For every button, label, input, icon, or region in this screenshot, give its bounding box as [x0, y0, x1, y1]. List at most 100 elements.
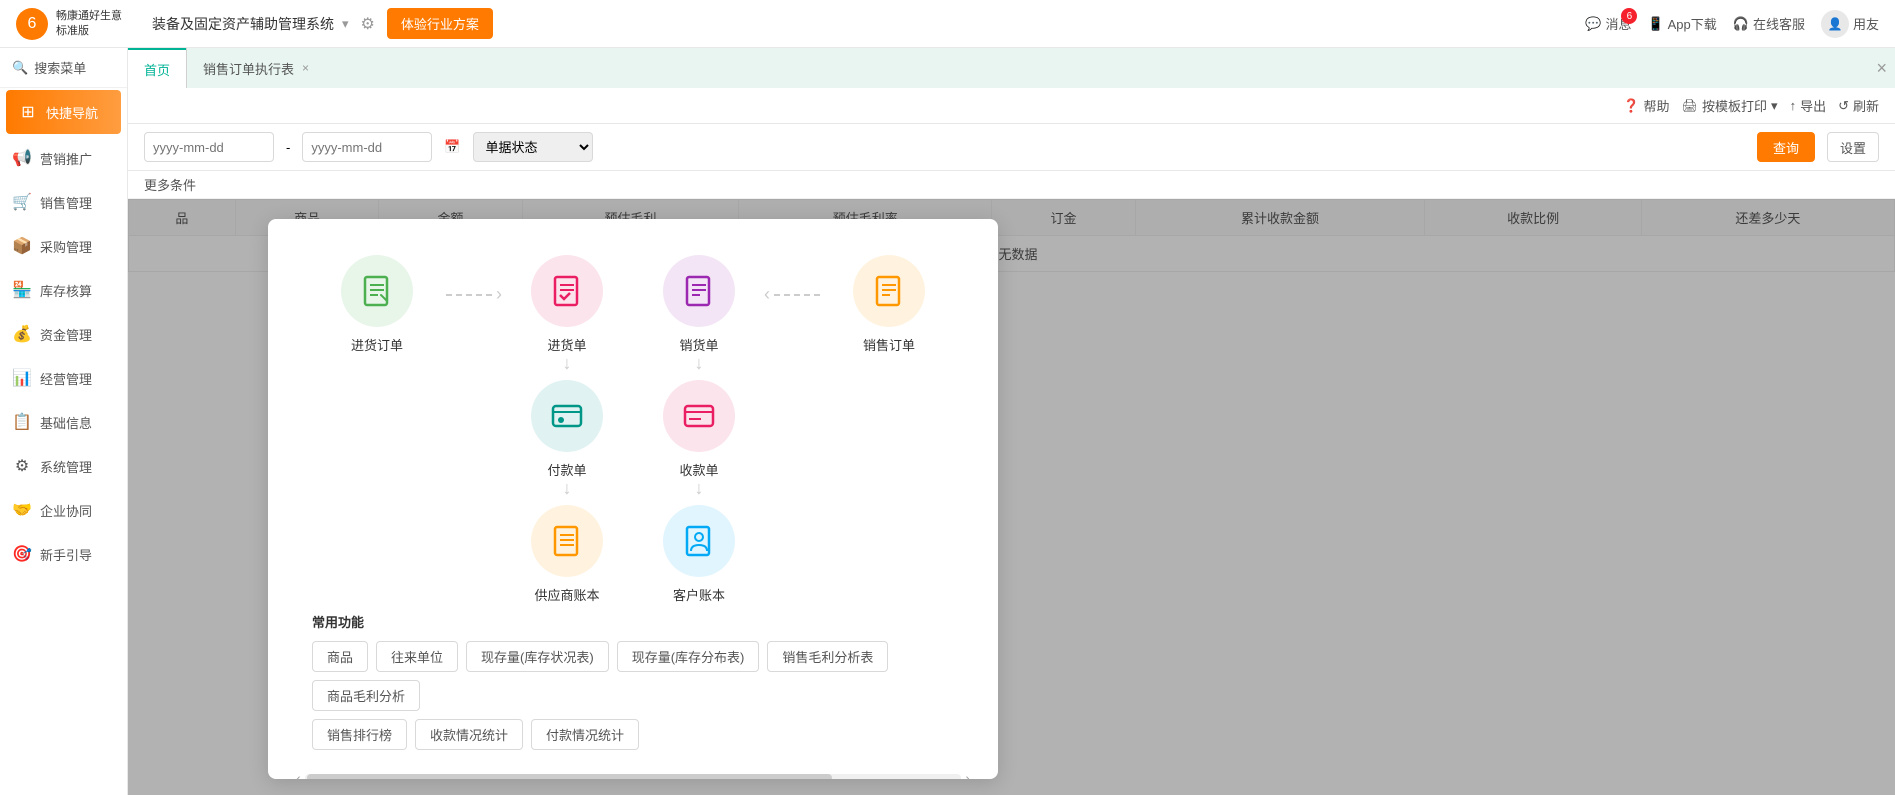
sales-order-circle: [853, 255, 925, 327]
dropdown-icon[interactable]: ▾: [342, 16, 349, 32]
flow-item-customer-account[interactable]: 客户账本: [634, 505, 764, 604]
logo-icon: 6: [16, 8, 48, 40]
sidebar-item-sales[interactable]: 🛒 销售管理: [0, 180, 127, 224]
sidebar-item-basic-info[interactable]: 📋 基础信息: [0, 400, 127, 444]
modal-scrollbar-area: ‹ ›: [292, 770, 974, 779]
func-btn-payment-stats[interactable]: 付款情况统计: [531, 719, 639, 750]
purchase-order-circle: [341, 255, 413, 327]
scrollbar-thumb: [307, 774, 832, 779]
sidebar-item-finance[interactable]: 💰 资金管理: [0, 312, 127, 356]
newbie-icon: 🎯: [12, 544, 32, 564]
logo-text: 畅康通好生意 标准版: [56, 9, 122, 38]
func-btn-sales-ranking[interactable]: 销售排行榜: [312, 719, 407, 750]
func-btn-product[interactable]: 商品: [312, 641, 368, 672]
system-title-area: 装备及固定资产辅助管理系统 ▾ ⚙ 体验行业方案: [152, 8, 1585, 39]
sales-order-label: 销售订单: [863, 335, 915, 354]
flow-item-payment-bill[interactable]: 付款单: [502, 380, 632, 479]
sidebar-item-marketing[interactable]: 📢 营销推广: [0, 136, 127, 180]
receipt-bill-label: 收款单: [679, 460, 718, 479]
window-close-icon[interactable]: ×: [1876, 58, 1887, 79]
sales-bill-circle: [663, 255, 735, 327]
func-buttons-row2: 销售排行榜 收款情况统计 付款情况统计: [312, 719, 954, 750]
search-icon: 🔍: [12, 60, 28, 76]
flow-item-purchase-order[interactable]: 进货订单: [312, 255, 442, 354]
date-separator: -: [286, 140, 290, 155]
print-action[interactable]: 🖨 按模板打印 ▾: [1682, 96, 1778, 115]
payment-bill-circle: [531, 380, 603, 452]
status-select[interactable]: 单据状态: [473, 132, 593, 162]
purchase-bill-label: 进货单: [547, 335, 586, 354]
more-conditions[interactable]: 更多条件: [128, 171, 1895, 199]
print-dropdown-icon[interactable]: ▾: [1771, 98, 1778, 114]
sidebar-item-quick-nav[interactable]: ⊞ 快捷导航: [6, 90, 121, 134]
export-icon: ↑: [1790, 98, 1797, 113]
message-badge: 6: [1621, 8, 1637, 24]
purchase-order-label: 进货订单: [351, 335, 403, 354]
sidebar-item-newbie[interactable]: 🎯 新手引导: [0, 532, 127, 576]
flow-item-receipt-bill[interactable]: 收款单: [634, 380, 764, 479]
set-button[interactable]: 设置: [1827, 132, 1879, 162]
flow-item-sales-order[interactable]: 销售订单: [824, 255, 954, 354]
user-item[interactable]: 👤 用友: [1821, 10, 1879, 38]
finance-icon: 💰: [12, 324, 32, 344]
func-btn-stock-status[interactable]: 现存量(库存状况表): [466, 641, 609, 672]
calendar-icon[interactable]: 📅: [444, 139, 460, 155]
sidebar-item-inventory[interactable]: 🏪 库存核算: [0, 268, 127, 312]
trial-button[interactable]: 体验行业方案: [387, 8, 493, 39]
sidebar-item-purchase[interactable]: 📦 采购管理: [0, 224, 127, 268]
inventory-icon: 🏪: [12, 280, 32, 300]
tab-sales-order[interactable]: 销售订单执行表 ×: [186, 48, 325, 88]
settings-icon[interactable]: ⚙: [361, 14, 375, 34]
date-from-input[interactable]: [144, 132, 274, 162]
common-functions: 常用功能 商品 往来单位 现存量(库存状况表) 现存量(库存分布表) 销售毛利分…: [292, 604, 974, 762]
func-btn-contacts[interactable]: 往来单位: [376, 641, 458, 672]
message-icon: 💬: [1585, 16, 1601, 32]
message-item[interactable]: 💬 消息 6: [1585, 14, 1631, 33]
sidebar-item-operations[interactable]: 📊 经营管理: [0, 356, 127, 400]
flow-item-sales-bill[interactable]: 销货单: [634, 255, 764, 354]
tab-home[interactable]: 首页: [128, 48, 186, 88]
refresh-action[interactable]: ↺ 刷新: [1838, 96, 1879, 115]
scroll-left-arrow[interactable]: ‹: [296, 770, 301, 779]
filter-row: - 📅 单据状态 查询 设置: [128, 124, 1895, 171]
enterprise-icon: 🤝: [12, 500, 32, 520]
func-btn-sales-profit[interactable]: 销售毛利分析表: [767, 641, 888, 672]
marketing-icon: 📢: [12, 148, 32, 168]
tab-bar: 首页 销售订单执行表 × ×: [128, 48, 1895, 88]
query-button[interactable]: 查询: [1757, 132, 1815, 162]
tab-close-icon[interactable]: ×: [302, 61, 309, 75]
receipt-bill-circle: [663, 380, 735, 452]
func-btn-product-profit[interactable]: 商品毛利分析: [312, 680, 420, 711]
scroll-right-arrow[interactable]: ›: [965, 770, 970, 779]
func-btn-receipt-stats[interactable]: 收款情况统计: [415, 719, 523, 750]
operations-icon: 📊: [12, 368, 32, 388]
content-area: 首页 销售订单执行表 × × ❓ 帮助 🖨 按模板打印 ▾: [128, 48, 1895, 795]
sidebar-item-system[interactable]: ⚙ 系统管理: [0, 444, 127, 488]
refresh-icon: ↺: [1838, 98, 1849, 114]
purchase-icon: 📦: [12, 236, 32, 256]
service-icon: 🎧: [1733, 16, 1749, 32]
modal-overlay: 进货订单 ›: [128, 199, 1895, 795]
flow-item-purchase-bill[interactable]: 进货单: [502, 255, 632, 354]
sidebar-item-enterprise[interactable]: 🤝 企业协同: [0, 488, 127, 532]
app-download-item[interactable]: 📱 App下载: [1647, 14, 1716, 33]
sales-bill-label: 销货单: [679, 335, 718, 354]
sidebar-search[interactable]: 🔍 搜索菜单: [0, 48, 127, 88]
sales-icon: 🛒: [12, 192, 32, 212]
online-service-item[interactable]: 🎧 在线客服: [1733, 14, 1805, 33]
func-btn-stock-distribution[interactable]: 现存量(库存分布表): [617, 641, 760, 672]
logo-area: 6 畅康通好生意 标准版: [16, 8, 144, 40]
print-icon: 🖨: [1682, 98, 1699, 114]
supplier-account-label: 供应商账本: [534, 585, 599, 604]
func-buttons-row1: 商品 往来单位 现存量(库存状况表) 现存量(库存分布表) 销售毛利分析表 商品…: [312, 641, 954, 711]
date-to-input[interactable]: [302, 132, 432, 162]
system-icon: ⚙: [12, 456, 32, 476]
export-action[interactable]: ↑ 导出: [1790, 96, 1827, 115]
avatar: 👤: [1821, 10, 1849, 38]
modal-scrollbar[interactable]: [305, 774, 962, 779]
purchase-bill-circle: [531, 255, 603, 327]
sidebar: 🔍 搜索菜单 ⊞ 快捷导航 📢 营销推广 🛒 销售管理 📦 采购管理 🏪: [0, 48, 128, 795]
flow-item-supplier-account[interactable]: 供应商账本: [502, 505, 632, 604]
help-action[interactable]: ❓ 帮助: [1623, 96, 1669, 115]
customer-account-circle: [663, 505, 735, 577]
